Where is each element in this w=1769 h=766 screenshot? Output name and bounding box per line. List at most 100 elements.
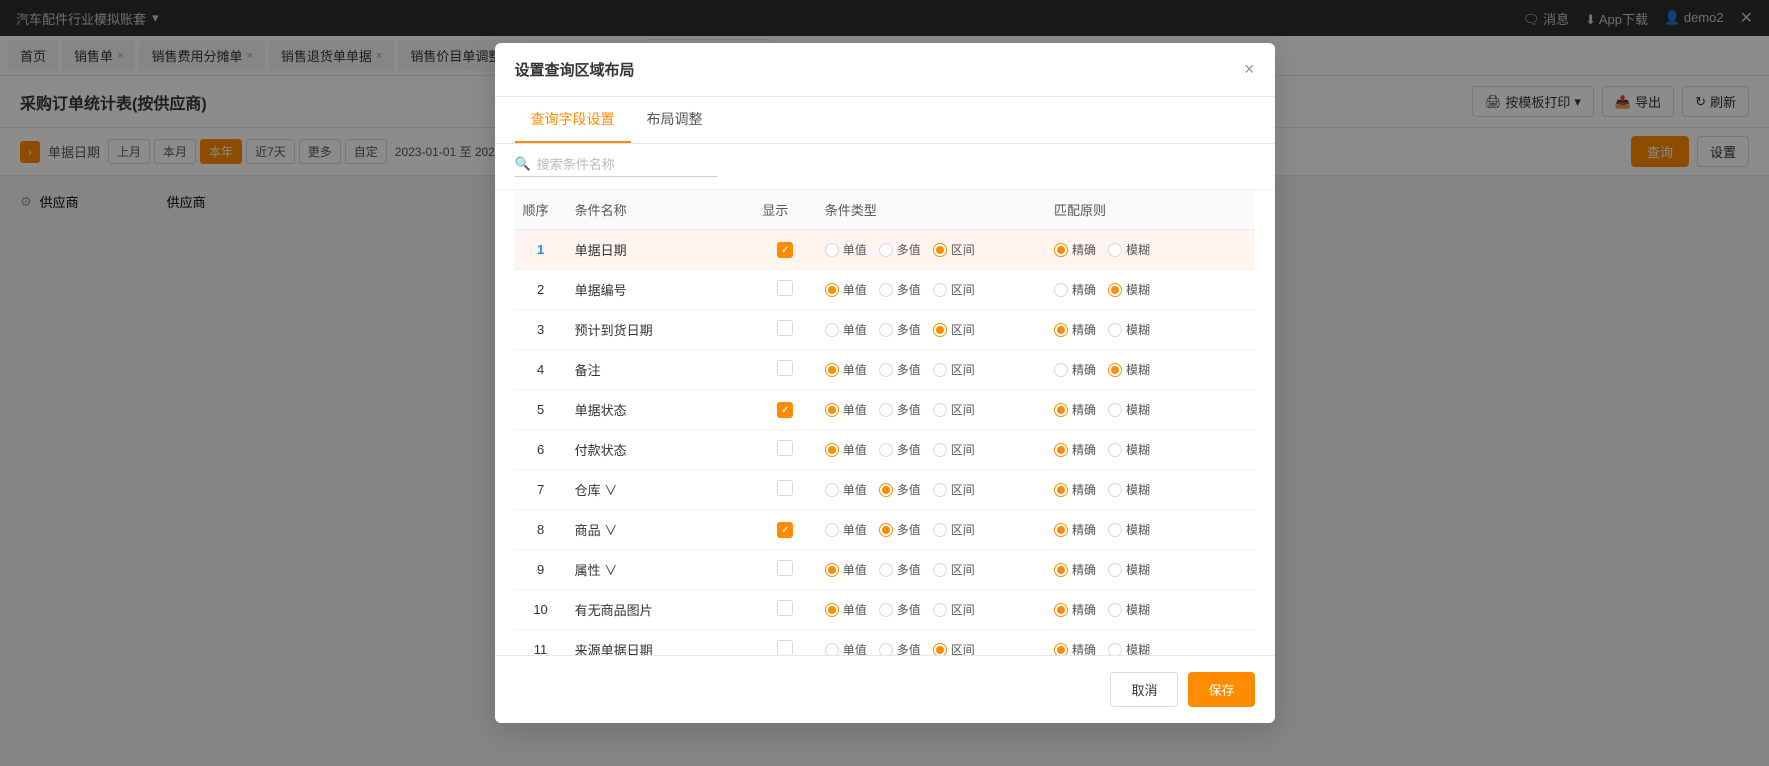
col-header-show: 显示 [754,190,817,230]
show-checkbox-0[interactable] [777,242,793,258]
type-radio-区间-1[interactable]: 区间 [933,281,975,298]
row-order-5: 6 [515,430,567,470]
match-radio-精确-1[interactable]: 精确 [1054,281,1096,298]
match-radio-模糊-5[interactable]: 模糊 [1108,441,1150,458]
show-checkbox-6[interactable] [777,480,793,496]
modal-close-button[interactable]: × [1244,59,1255,80]
type-radio-多值-6[interactable]: 多值 [879,481,921,498]
type-radio-单值-2[interactable]: 单值 [825,321,867,338]
match-radio-label-模糊-8: 模糊 [1126,561,1150,578]
match-radio-精确-6[interactable]: 精确 [1054,481,1096,498]
type-radio-label-单值-9: 单值 [843,601,867,618]
show-checkbox-1[interactable] [777,280,793,296]
save-button[interactable]: 保存 [1188,672,1254,707]
match-radio-模糊-0[interactable]: 模糊 [1108,241,1150,258]
match-radio-模糊-2[interactable]: 模糊 [1108,321,1150,338]
match-radio-模糊-1[interactable]: 模糊 [1108,281,1150,298]
row-type-10: 单值多值 区间 [817,630,1046,656]
type-radio-区间-3[interactable]: 区间 [933,361,975,378]
row-type-8: 单值多值 区间 [817,550,1046,590]
type-radio-label-区间-8: 区间 [951,561,975,578]
type-radio-区间-2[interactable]: 区间 [933,321,975,338]
match-radio-模糊-9[interactable]: 模糊 [1108,601,1150,618]
modal-tab-query-fields[interactable]: 查询字段设置 [515,97,631,143]
type-radio-单值-10[interactable]: 单值 [825,641,867,655]
match-radio-模糊-3[interactable]: 模糊 [1108,361,1150,378]
type-radio-多值-4[interactable]: 多值 [879,401,921,418]
show-checkbox-10[interactable] [777,640,793,655]
show-checkbox-3[interactable] [777,360,793,376]
match-radio-精确-10[interactable]: 精确 [1054,641,1096,655]
type-radio-多值-10[interactable]: 多值 [879,641,921,655]
type-radio-多值-1[interactable]: 多值 [879,281,921,298]
type-radio-单值-5[interactable]: 单值 [825,441,867,458]
row-name-2: 预计到货日期 [567,310,755,350]
row-match-5: 精确 模糊 [1046,430,1254,470]
cancel-button[interactable]: 取消 [1110,672,1178,707]
order-num-8: 9 [537,562,544,577]
type-radio-多值-7[interactable]: 多值 [879,521,921,538]
modal-tab-layout[interactable]: 布局调整 [631,97,719,143]
match-radio-精确-8[interactable]: 精确 [1054,561,1096,578]
match-radio-精确-3[interactable]: 精确 [1054,361,1096,378]
type-radio-多值-2[interactable]: 多值 [879,321,921,338]
match-radio-label-模糊-5: 模糊 [1126,441,1150,458]
type-radio-区间-8[interactable]: 区间 [933,561,975,578]
type-radio-多值-9[interactable]: 多值 [879,601,921,618]
modal-overlay: 设置查询区域布局 × 查询字段设置 布局调整 🔍 顺序 [0,0,1769,766]
type-radio-label-单值-1: 单值 [843,281,867,298]
match-radio-精确-5[interactable]: 精确 [1054,441,1096,458]
type-radio-单值-7[interactable]: 单值 [825,521,867,538]
show-checkbox-9[interactable] [777,600,793,616]
match-radio-精确-2[interactable]: 精确 [1054,321,1096,338]
type-radio-circle-单值-10 [825,643,839,656]
type-radio-circle-多值-1 [879,283,893,297]
type-radio-单值-1[interactable]: 单值 [825,281,867,298]
match-radio-模糊-8[interactable]: 模糊 [1108,561,1150,578]
match-radio-模糊-10[interactable]: 模糊 [1108,641,1150,655]
show-checkbox-2[interactable] [777,320,793,336]
show-checkbox-8[interactable] [777,560,793,576]
type-radio-多值-3[interactable]: 多值 [879,361,921,378]
type-radio-多值-5[interactable]: 多值 [879,441,921,458]
match-radio-模糊-7[interactable]: 模糊 [1108,521,1150,538]
type-radio-label-区间-10: 区间 [951,641,975,655]
type-radio-circle-多值-7 [879,523,893,537]
type-radio-label-区间-0: 区间 [951,241,975,258]
search-input-wrap: 🔍 [515,156,717,177]
match-radio-模糊-6[interactable]: 模糊 [1108,481,1150,498]
table-row: 5单据状态单值多值区间精确模糊 [515,390,1255,430]
show-checkbox-4[interactable] [777,402,793,418]
type-radio-单值-0[interactable]: 单值 [825,241,867,258]
type-radio-区间-7[interactable]: 区间 [933,521,975,538]
match-radio-精确-0[interactable]: 精确 [1054,241,1096,258]
match-radio-模糊-4[interactable]: 模糊 [1108,401,1150,418]
show-checkbox-7[interactable] [777,522,793,538]
match-radio-精确-9[interactable]: 精确 [1054,601,1096,618]
type-radio-单值-3[interactable]: 单值 [825,361,867,378]
match-radio-精确-4[interactable]: 精确 [1054,401,1096,418]
show-checkbox-5[interactable] [777,440,793,456]
type-radio-区间-9[interactable]: 区间 [933,601,975,618]
type-radio-区间-10[interactable]: 区间 [933,641,975,655]
type-radio-单值-8[interactable]: 单值 [825,561,867,578]
type-radio-单值-9[interactable]: 单值 [825,601,867,618]
type-radio-区间-6[interactable]: 区间 [933,481,975,498]
type-radio-单值-6[interactable]: 单值 [825,481,867,498]
type-radio-多值-8[interactable]: 多值 [879,561,921,578]
type-radio-区间-5[interactable]: 区间 [933,441,975,458]
type-radio-区间-4[interactable]: 区间 [933,401,975,418]
type-radio-区间-0[interactable]: 区间 [933,241,975,258]
row-show-6 [754,470,817,510]
search-input[interactable] [537,157,717,172]
type-radio-label-区间-2: 区间 [951,321,975,338]
type-radio-单值-4[interactable]: 单值 [825,401,867,418]
row-type-7: 单值多值区间 [817,510,1046,550]
type-radio-circle-区间-5 [933,443,947,457]
match-radio-label-模糊-10: 模糊 [1126,641,1150,655]
match-radio-circle-精确-2 [1054,323,1068,337]
match-radio-精确-7[interactable]: 精确 [1054,521,1096,538]
type-radio-多值-0[interactable]: 多值 [879,241,921,258]
row-show-4 [754,390,817,430]
row-name-0: 单据日期 [567,230,755,270]
